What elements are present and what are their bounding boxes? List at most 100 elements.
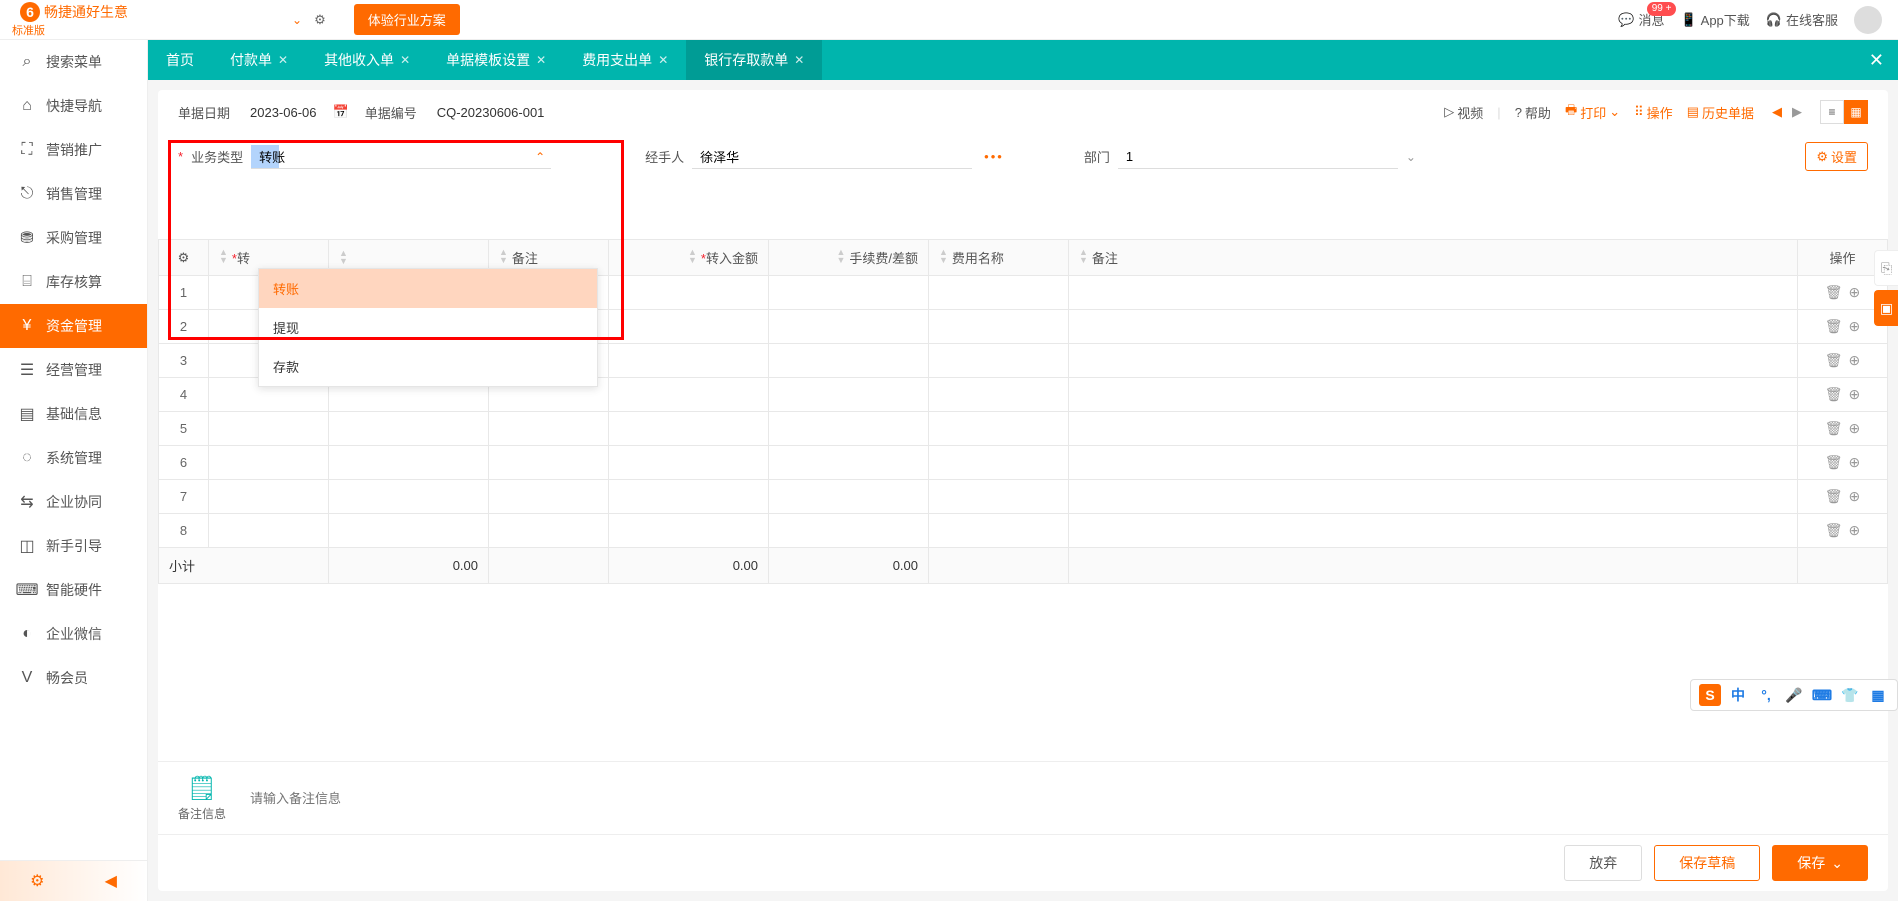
messages-button[interactable]: 💬 消息 99 +: [1618, 10, 1664, 29]
sidebar-item-7[interactable]: ☰经营管理: [0, 348, 147, 392]
delete-row-icon[interactable]: 🗑: [1825, 454, 1843, 470]
biz-type-input[interactable]: [251, 145, 551, 169]
view-list-button[interactable]: ≡: [1820, 100, 1844, 124]
add-row-icon[interactable]: ⊕: [1849, 522, 1861, 538]
delete-row-icon[interactable]: 🗑: [1825, 352, 1843, 368]
ime-s-icon[interactable]: S: [1699, 684, 1721, 706]
sidebar-item-6[interactable]: ¥资金管理: [0, 304, 147, 348]
tab-2[interactable]: 其他收入单✕: [306, 40, 428, 80]
table-row[interactable]: 5🗑⊕: [159, 412, 1888, 446]
table-row[interactable]: 8 🗑 ⊕: [159, 514, 1888, 548]
tab-1[interactable]: 付款单✕: [212, 40, 306, 80]
app-download-button[interactable]: 📱 App下载: [1680, 10, 1749, 29]
sidebar-item-14[interactable]: V畅会员: [0, 656, 147, 700]
sidebar-item-5[interactable]: ⌸库存核算: [0, 260, 147, 304]
ime-mic-icon[interactable]: 🎤: [1783, 684, 1805, 706]
calendar-icon[interactable]: 📅: [333, 104, 349, 120]
tab-0[interactable]: 首页: [148, 40, 212, 80]
dropdown-option-1[interactable]: 提现: [259, 308, 597, 347]
dept-input[interactable]: [1118, 145, 1398, 169]
add-row-icon[interactable]: ⊕: [1849, 318, 1861, 334]
row-num: 8: [159, 514, 209, 548]
delete-row-icon[interactable]: 🗑: [1825, 386, 1843, 402]
sidebar-item-4[interactable]: ⛃采购管理: [0, 216, 147, 260]
history-button[interactable]: ▤历史单据: [1687, 103, 1754, 122]
delete-row-icon[interactable]: 🗑: [1825, 318, 1843, 334]
add-row-icon[interactable]: ⊕: [1849, 352, 1861, 368]
sidebar-icon: ¥: [18, 317, 36, 335]
table-row[interactable]: 6🗑⊕: [159, 446, 1888, 480]
sidebar-item-10[interactable]: ⇆企业协同: [0, 480, 147, 524]
sidebar-item-12[interactable]: ⌨智能硬件: [0, 568, 147, 612]
delete-row-icon[interactable]: 🗑: [1825, 420, 1843, 436]
tab-label: 单据模板设置: [446, 50, 530, 70]
avatar[interactable]: [1854, 6, 1882, 34]
table-row[interactable]: 7🗑⊕: [159, 480, 1888, 514]
handler-label: 经手人: [645, 147, 684, 166]
next-button[interactable]: ▶: [1788, 102, 1806, 122]
settings-button[interactable]: ⚙ 设置: [1805, 142, 1868, 171]
float-item-1[interactable]: ⎘: [1874, 250, 1898, 286]
col-fee[interactable]: ▲▼手续费/差额: [769, 240, 929, 276]
ime-shirt-icon[interactable]: 👕: [1839, 684, 1861, 706]
delete-row-icon[interactable]: 🗑: [1825, 488, 1843, 504]
close-icon[interactable]: ✕: [794, 53, 804, 67]
help-button[interactable]: ?帮助: [1515, 103, 1551, 122]
sidebar-collapse-icon[interactable]: ◀: [105, 871, 117, 891]
ime-punct-icon[interactable]: °,: [1755, 684, 1777, 706]
tab-3[interactable]: 单据模板设置 ✕: [428, 40, 564, 80]
video-button[interactable]: ▷视频: [1444, 103, 1483, 122]
close-icon[interactable]: ✕: [536, 53, 546, 67]
handler-input[interactable]: [692, 145, 972, 169]
dropdown-option-0[interactable]: 转账: [259, 269, 597, 308]
add-row-icon[interactable]: ⊕: [1849, 386, 1861, 402]
close-icon[interactable]: ✕: [278, 53, 288, 67]
dropdown-option-2[interactable]: 存款: [259, 347, 597, 386]
sidebar-settings-icon[interactable]: ⚙: [30, 871, 44, 891]
float-item-2[interactable]: ▣: [1874, 290, 1898, 326]
add-row-icon[interactable]: ⊕: [1849, 284, 1861, 300]
close-icon[interactable]: ✕: [400, 53, 410, 67]
remarks-input[interactable]: [242, 783, 1868, 814]
chevron-up-icon[interactable]: ⌃: [535, 150, 545, 164]
sidebar-item-0[interactable]: ⌕搜索菜单: [0, 40, 147, 84]
prev-button[interactable]: ◀: [1768, 102, 1786, 122]
col-fee-name[interactable]: ▲▼费用名称: [929, 240, 1069, 276]
table-settings-header[interactable]: ⚙: [159, 240, 209, 276]
sidebar-item-label: 智能硬件: [46, 580, 102, 600]
doc-date-value[interactable]: 2023-06-06: [250, 105, 317, 120]
add-row-icon[interactable]: ⊕: [1849, 488, 1861, 504]
sidebar-item-1[interactable]: ⌂快捷导航: [0, 84, 147, 128]
col-in-amount[interactable]: ▲▼*转入金额: [609, 240, 769, 276]
tab-4[interactable]: 费用支出单✕: [564, 40, 686, 80]
col-remark2[interactable]: ▲▼备注: [1069, 240, 1798, 276]
close-icon[interactable]: ✕: [658, 53, 668, 67]
ime-keyboard-icon[interactable]: ⌨: [1811, 684, 1833, 706]
sidebar-item-2[interactable]: ⛶营销推广: [0, 128, 147, 172]
view-grid-button[interactable]: ▦: [1844, 100, 1868, 124]
sidebar-item-8[interactable]: ▤基础信息: [0, 392, 147, 436]
online-service-button[interactable]: 🎧 在线客服: [1766, 10, 1838, 29]
ime-grid-icon[interactable]: ▦: [1867, 684, 1889, 706]
company-settings-icon[interactable]: ⚙: [310, 8, 330, 32]
delete-row-icon[interactable]: 🗑: [1825, 522, 1843, 538]
tab-5[interactable]: 银行存取款单✕: [686, 40, 822, 80]
handler-more-icon[interactable]: •••: [984, 149, 1004, 164]
try-industry-button[interactable]: 体验行业方案: [354, 4, 460, 35]
add-row-icon[interactable]: ⊕: [1849, 420, 1861, 436]
sidebar-item-13[interactable]: ◐企业微信: [0, 612, 147, 656]
sidebar-item-3[interactable]: ⎋销售管理: [0, 172, 147, 216]
sidebar-item-11[interactable]: ◫新手引导: [0, 524, 147, 568]
save-button[interactable]: 保存⌄: [1772, 845, 1868, 881]
company-selector[interactable]: ⌄ ⚙: [148, 8, 346, 32]
close-all-tabs-button[interactable]: ✕: [1855, 50, 1898, 71]
ime-ch-icon[interactable]: 中: [1727, 684, 1749, 706]
print-button[interactable]: 🖶打印 ⌄: [1565, 101, 1620, 123]
discard-button[interactable]: 放弃: [1564, 845, 1642, 881]
add-row-icon[interactable]: ⊕: [1849, 454, 1861, 470]
delete-row-icon[interactable]: 🗑: [1825, 284, 1843, 300]
sidebar-item-9[interactable]: ◌系统管理: [0, 436, 147, 480]
operate-button[interactable]: ⠿操作: [1634, 103, 1673, 122]
chevron-down-icon[interactable]: ⌄: [1406, 150, 1416, 164]
save-draft-button[interactable]: 保存草稿: [1654, 845, 1760, 881]
